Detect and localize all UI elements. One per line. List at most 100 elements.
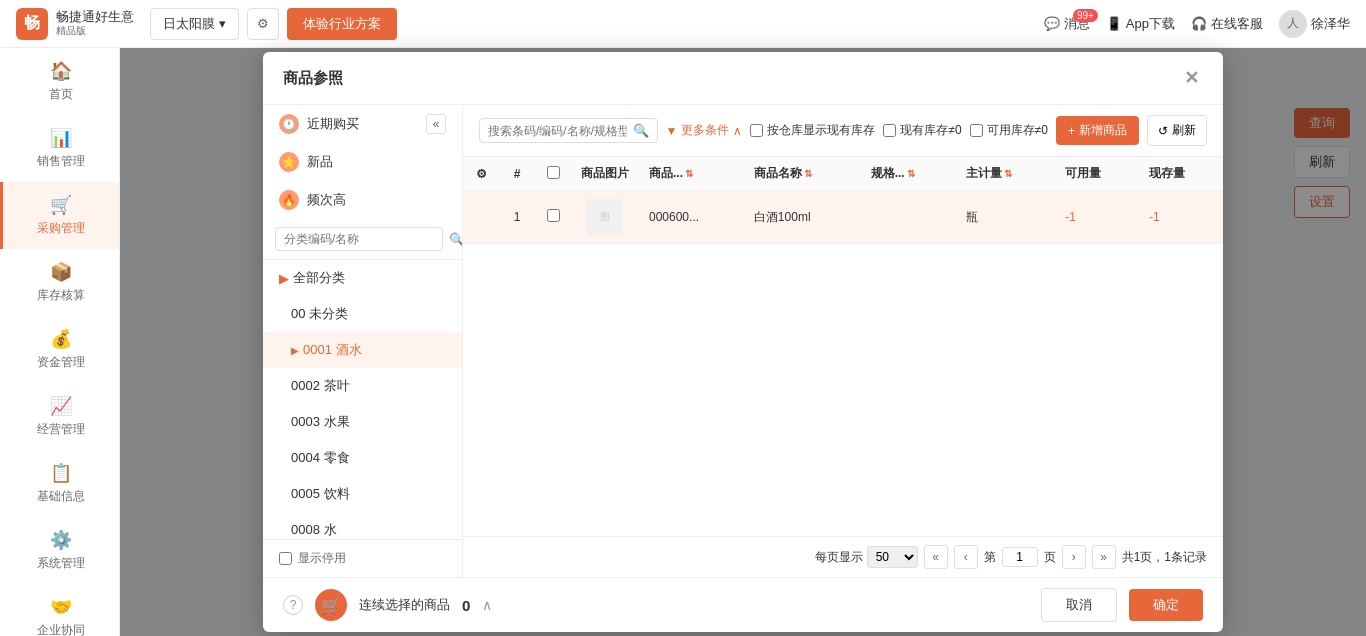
show-disabled-area: 显示停用	[263, 539, 462, 577]
available-nonzero-checkbox[interactable]	[970, 124, 983, 137]
col-name[interactable]: 商品名称⇅	[744, 157, 861, 191]
prev-page-button[interactable]: ‹	[954, 545, 978, 569]
sidebar-item-enterprise[interactable]: 🤝 企业协同	[0, 584, 119, 636]
sidebar-item-system[interactable]: ⚙️ 系统管理	[0, 517, 119, 584]
category-0001[interactable]: ▶ 0001 酒水	[263, 332, 462, 368]
message-badge: 99+	[1073, 9, 1098, 22]
add-product-label: 新增商品	[1079, 122, 1127, 139]
col-spec[interactable]: 规格...⇅	[861, 157, 957, 191]
category-0003-label: 0003 水果	[291, 413, 350, 431]
product-reference-modal: 商品参照 ✕ 🕐 近期购买 «	[263, 52, 1223, 632]
refresh-icon: ↺	[1158, 124, 1168, 138]
sidebar-label-home: 首页	[49, 86, 73, 103]
modal-header: 商品参照 ✕	[263, 52, 1223, 105]
expand-icon: ▶	[279, 271, 289, 286]
nav-action-button[interactable]: 体验行业方案	[287, 8, 397, 40]
nav-messages[interactable]: 💬 消息 99+	[1044, 15, 1090, 33]
col-settings[interactable]: ⚙	[463, 157, 499, 191]
recent-tabs: 🕐 近期购买 « ⭐ 新品 🔥 频次高	[263, 105, 462, 219]
sidebar-label-operations: 经营管理	[37, 421, 85, 438]
table-row[interactable]: 1 图 000600... 白酒100ml 瓶	[463, 191, 1223, 244]
product-search-box[interactable]: 🔍	[479, 118, 658, 143]
category-0003[interactable]: 0003 水果	[263, 404, 462, 440]
nav-service[interactable]: 🎧 在线客服	[1191, 15, 1263, 33]
sidebar-item-home[interactable]: 🏠 首页	[0, 48, 119, 115]
logo-area: 畅 畅捷通好生意 精品版	[16, 8, 134, 40]
last-page-button[interactable]: »	[1092, 545, 1116, 569]
recent-tab-frequent[interactable]: 🔥 频次高	[263, 181, 462, 219]
sidebar-item-operations[interactable]: 📈 经营管理	[0, 383, 119, 450]
col-stock[interactable]: 现存量	[1139, 157, 1223, 191]
first-page-button[interactable]: «	[924, 545, 948, 569]
col-available[interactable]: 可用量	[1055, 157, 1139, 191]
sidebar-label-finance: 资金管理	[37, 354, 85, 371]
top-nav: 畅 畅捷通好生意 精品版 日太阳膜 ▾ ⚙ 体验行业方案 💬 消息 99+ 📱 …	[0, 0, 1366, 48]
category-search-input[interactable]	[275, 227, 443, 251]
category-all-label: 全部分类	[293, 269, 345, 287]
cancel-button[interactable]: 取消	[1041, 588, 1117, 622]
select-all-checkbox[interactable]	[547, 166, 560, 179]
confirm-button[interactable]: 确定	[1129, 589, 1203, 621]
category-0005[interactable]: 0005 饮料	[263, 476, 462, 512]
product-search-input[interactable]	[488, 124, 627, 138]
checkbox-available-nonzero[interactable]: 可用库存≠0	[970, 122, 1048, 139]
warehouse-checkbox[interactable]	[750, 124, 763, 137]
category-panel: 🕐 近期购买 « ⭐ 新品 🔥 频次高	[263, 105, 463, 577]
product-toolbar: 🔍 ▼ 更多条件 ∧ 按仓库显示现有库存	[463, 105, 1223, 157]
checkbox-warehouse[interactable]: 按仓库显示现有库存	[750, 122, 875, 139]
page-size-dropdown[interactable]: 20 50 100	[867, 546, 918, 568]
row-check-cell[interactable]	[535, 191, 571, 244]
settings-icon[interactable]: ⚙	[247, 8, 279, 40]
recent-tab-new-label: 新品	[307, 153, 333, 171]
sidebar-label-system: 系统管理	[37, 555, 85, 572]
category-0004[interactable]: 0004 零食	[263, 440, 462, 476]
filter-icon: ▼	[666, 124, 678, 138]
category-search-icon[interactable]: 🔍	[449, 232, 463, 247]
show-disabled-checkbox[interactable]	[279, 552, 292, 565]
nav-app-download[interactable]: 📱 App下载	[1106, 15, 1175, 33]
category-list: ▶ 全部分类 00 未分类 ▶ 0001 酒水 0002 茶	[263, 260, 462, 539]
nav-selector-dropdown[interactable]: 日太阳膜 ▾	[150, 8, 239, 40]
checkbox-stock-nonzero[interactable]: 现有库存≠0	[883, 122, 961, 139]
sidebar-item-sales[interactable]: 📊 销售管理	[0, 115, 119, 182]
category-0002[interactable]: 0002 茶叶	[263, 368, 462, 404]
page-suffix: 页	[1044, 549, 1056, 566]
col-code[interactable]: 商品...⇅	[639, 157, 744, 191]
page-label: 第	[984, 549, 996, 566]
finance-icon: 💰	[50, 328, 72, 350]
col-unit[interactable]: 主计量⇅	[956, 157, 1055, 191]
stock-nonzero-checkbox[interactable]	[883, 124, 896, 137]
modal-footer: ? 🛒 连续选择的商品 0 ∧ 取消 确定	[263, 577, 1223, 632]
category-00[interactable]: 00 未分类	[263, 296, 462, 332]
filter-button[interactable]: ▼ 更多条件 ∧	[666, 122, 743, 139]
headset-icon: 🎧	[1191, 16, 1207, 31]
sidebar-item-finance[interactable]: 💰 资金管理	[0, 316, 119, 383]
sidebar-item-purchase[interactable]: 🛒 采购管理	[0, 182, 119, 249]
collapse-cart-icon[interactable]: ∧	[482, 597, 492, 613]
page-size-label: 每页显示	[815, 549, 863, 566]
recent-tab-frequent-label: 频次高	[307, 191, 346, 209]
col-check[interactable]	[535, 157, 571, 191]
help-icon[interactable]: ?	[283, 595, 303, 615]
category-0008[interactable]: 0008 水	[263, 512, 462, 539]
sidebar-item-inventory[interactable]: 📦 库存核算	[0, 249, 119, 316]
row-checkbox[interactable]	[547, 209, 560, 222]
enterprise-icon: 🤝	[50, 596, 72, 618]
warehouse-label: 按仓库显示现有库存	[767, 122, 875, 139]
refresh-label: 刷新	[1172, 122, 1196, 139]
nav-user[interactable]: 人 徐泽华	[1279, 10, 1350, 38]
sidebar-item-basic-info[interactable]: 📋 基础信息	[0, 450, 119, 517]
page-input[interactable]	[1002, 547, 1038, 567]
cart-button[interactable]: 🛒	[315, 589, 347, 621]
category-search: 🔍	[263, 219, 462, 260]
category-all[interactable]: ▶ 全部分类	[263, 260, 462, 296]
modal-close-button[interactable]: ✕	[1179, 66, 1203, 90]
collapse-button[interactable]: «	[426, 114, 446, 134]
clock-icon: 🕐	[279, 114, 299, 134]
search-icon[interactable]: 🔍	[633, 123, 649, 138]
recent-tab-purchases[interactable]: 🕐 近期购买 «	[263, 105, 462, 143]
next-page-button[interactable]: ›	[1062, 545, 1086, 569]
refresh-button[interactable]: ↺ 刷新	[1147, 115, 1207, 146]
recent-tab-new[interactable]: ⭐ 新品	[263, 143, 462, 181]
add-product-button[interactable]: + 新增商品	[1056, 116, 1139, 145]
